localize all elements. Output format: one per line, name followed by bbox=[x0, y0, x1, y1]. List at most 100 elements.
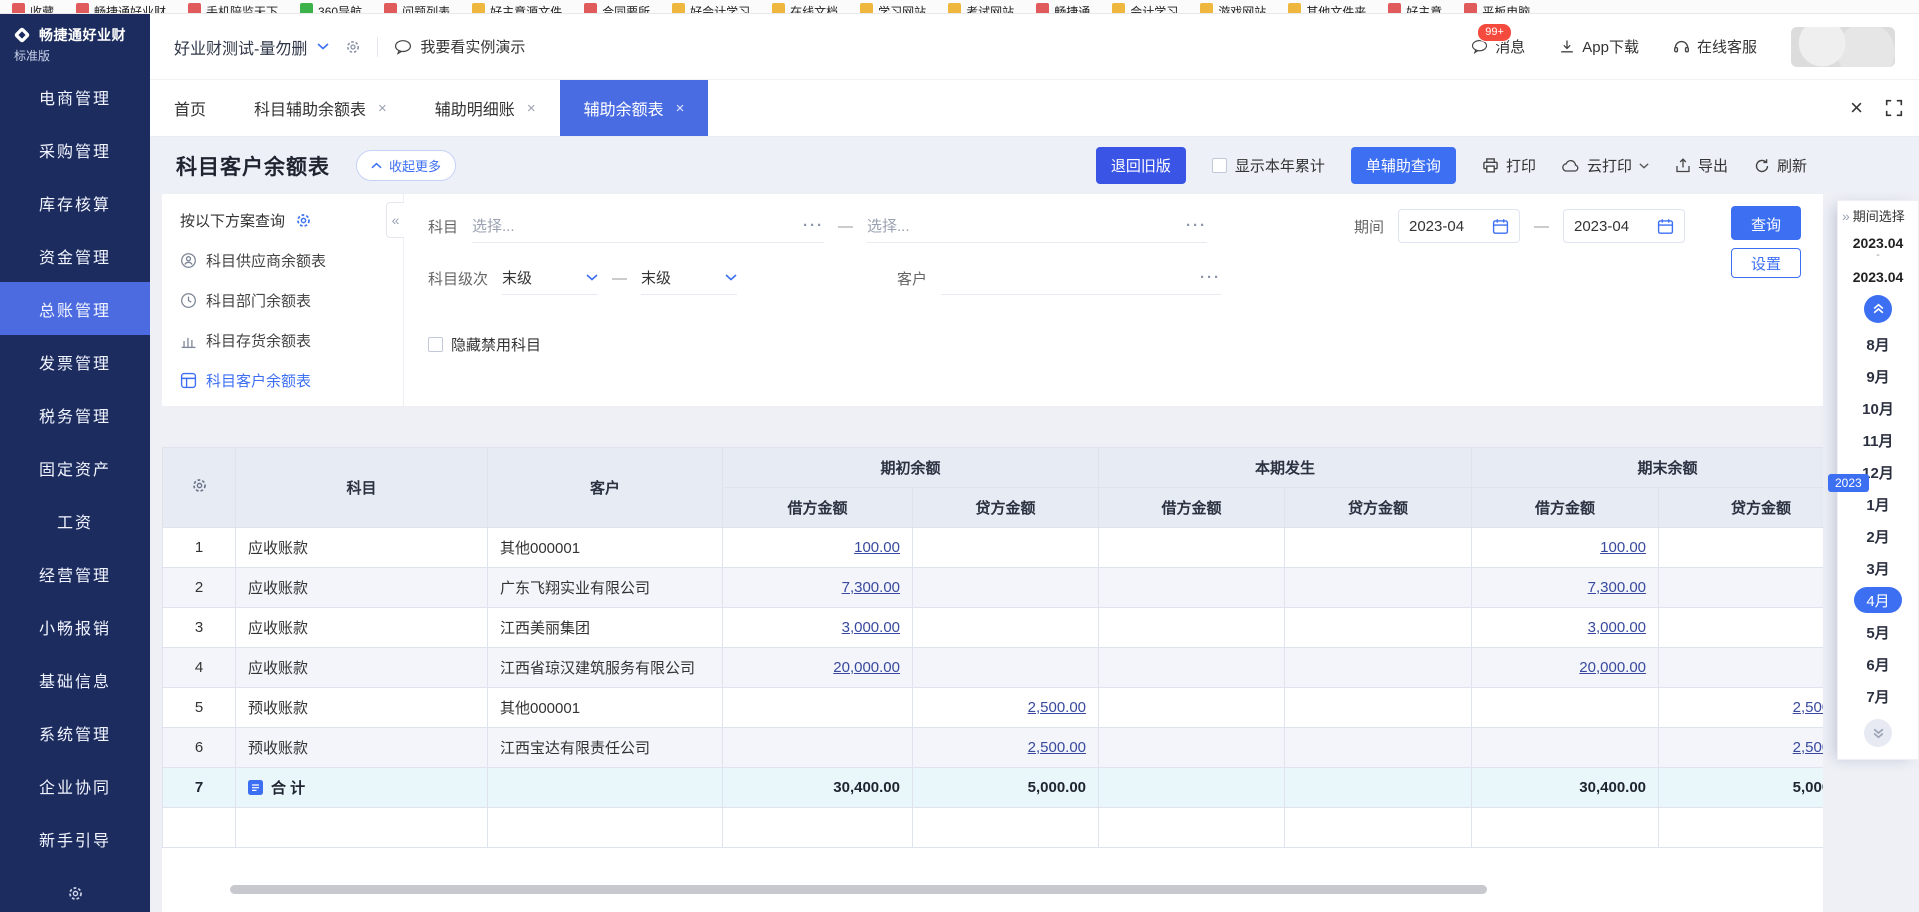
sidebar-item-collaboration[interactable]: 企业协同 bbox=[0, 759, 150, 812]
bookmark-item[interactable]: 平板电脑 bbox=[1464, 3, 1530, 13]
amount-link[interactable]: 3,000.00 bbox=[1588, 619, 1646, 636]
org-selector[interactable]: 好业财测试-量勿删 bbox=[174, 35, 329, 59]
bookmark-item[interactable]: 好会计学习 bbox=[672, 3, 750, 13]
sidebar-item-guide[interactable]: 新手引导 bbox=[0, 812, 150, 865]
table-row[interactable]: 3 应收账款 江西美丽集团 3,000.00 3,000.00 bbox=[162, 607, 1823, 648]
org-settings-button[interactable] bbox=[345, 39, 361, 55]
sidebar-item-system[interactable]: 系统管理 bbox=[0, 706, 150, 759]
month-item[interactable]: 10月 bbox=[1854, 395, 1902, 421]
horizontal-scrollbar-thumb[interactable] bbox=[230, 885, 1487, 894]
more-options-button[interactable]: ··· bbox=[1200, 269, 1221, 286]
close-tab-icon[interactable]: × bbox=[378, 100, 387, 117]
month-item[interactable]: 5月 bbox=[1854, 619, 1902, 645]
subject-to-field[interactable]: 选择... ··· bbox=[867, 209, 1208, 243]
more-options-button[interactable]: ··· bbox=[803, 217, 824, 234]
query-scheme-department-balance[interactable]: 科目部门余额表 bbox=[180, 290, 403, 311]
collapse-more-button[interactable]: 收起更多 bbox=[356, 150, 457, 181]
bookmark-item[interactable]: 收藏 bbox=[12, 3, 54, 13]
sidebar-item-fixed-assets[interactable]: 固定资产 bbox=[0, 441, 150, 494]
export-button[interactable]: 导出 bbox=[1675, 155, 1728, 176]
refresh-button[interactable]: 刷新 bbox=[1754, 155, 1807, 176]
avatar[interactable] bbox=[1791, 26, 1895, 67]
level-to-select[interactable]: 末级 bbox=[641, 261, 738, 295]
query-scheme-customer-balance[interactable]: 科目客户余额表 bbox=[180, 370, 403, 391]
checkbox[interactable] bbox=[1211, 158, 1227, 173]
query-scheme-stock-balance[interactable]: 科目存货余额表 bbox=[180, 330, 403, 351]
bookmark-item[interactable]: 畅捷通 bbox=[1036, 3, 1090, 13]
back-to-old-version-button[interactable]: 退回旧版 bbox=[1095, 147, 1186, 184]
sidebar-item-funds[interactable]: 资金管理 bbox=[0, 229, 150, 282]
tab-subject-aux-balance[interactable]: 科目辅助余额表 × bbox=[230, 80, 411, 136]
scroll-up-button[interactable] bbox=[1864, 295, 1892, 323]
amount-link[interactable]: 3,000.00 bbox=[842, 619, 900, 636]
bookmark-item[interactable]: 好主意 bbox=[1388, 3, 1442, 13]
sidebar-item-operations[interactable]: 经营管理 bbox=[0, 547, 150, 600]
subject-from-field[interactable]: 选择... ··· bbox=[472, 209, 825, 243]
bookmark-item[interactable]: 其他文件夹 bbox=[1288, 3, 1366, 13]
bookmark-item[interactable]: 在线文档 bbox=[772, 3, 838, 13]
sidebar-item-general-ledger[interactable]: 总账管理 bbox=[0, 282, 150, 335]
month-item[interactable]: 8月 bbox=[1854, 331, 1902, 357]
tab-home[interactable]: 首页 bbox=[150, 80, 230, 136]
period-to-field[interactable]: 2023-04 bbox=[1563, 209, 1685, 243]
month-item[interactable]: 6月 bbox=[1854, 651, 1902, 677]
sidebar-settings-button[interactable] bbox=[0, 874, 150, 912]
single-aux-query-button[interactable]: 单辅助查询 bbox=[1350, 147, 1456, 184]
close-tab-icon[interactable]: × bbox=[676, 100, 685, 117]
sidebar-item-basic-info[interactable]: 基础信息 bbox=[0, 653, 150, 706]
bookmark-item[interactable]: 学习网站 bbox=[860, 3, 926, 13]
period-from-field[interactable]: 2023-04 bbox=[1398, 209, 1520, 243]
hide-disabled-checkbox-row[interactable]: 隐藏禁用科目 bbox=[428, 334, 541, 355]
amount-link[interactable]: 7,300.00 bbox=[1588, 579, 1646, 596]
month-item[interactable]: 1月 bbox=[1854, 491, 1902, 517]
bookmark-item[interactable]: 360导航 bbox=[300, 3, 362, 13]
close-tab-icon[interactable]: × bbox=[527, 100, 536, 117]
table-row[interactable]: 6 预收账款 江西宝达有限责任公司 2,500.00 2,500.00 bbox=[162, 727, 1823, 768]
scheme-settings-button[interactable] bbox=[295, 212, 312, 229]
scroll-down-button[interactable] bbox=[1864, 719, 1892, 747]
amount-link[interactable]: 20,000.00 bbox=[833, 659, 900, 676]
amount-link[interactable]: 7,300.00 bbox=[842, 579, 900, 596]
bookmark-item[interactable]: 合同要所 bbox=[584, 3, 650, 13]
tab-aux-balance[interactable]: 辅助余额表 × bbox=[559, 80, 709, 136]
level-from-select[interactable]: 末级 bbox=[502, 261, 599, 295]
online-service-button[interactable]: 在线客服 bbox=[1673, 36, 1757, 57]
bookmark-item[interactable]: 考试网站 bbox=[948, 3, 1014, 13]
table-row[interactable]: 1 应收账款 其他000001 100.00 100.00 bbox=[162, 527, 1823, 568]
more-options-button[interactable]: ··· bbox=[1186, 217, 1207, 234]
month-item[interactable]: 11月 bbox=[1854, 427, 1902, 453]
bookmark-item[interactable]: 会计学习 bbox=[1112, 3, 1178, 13]
amount-link[interactable]: 100.00 bbox=[1600, 539, 1646, 556]
sidebar-item-invoice[interactable]: 发票管理 bbox=[0, 335, 150, 388]
bookmark-item[interactable]: 问题列表 bbox=[384, 3, 450, 13]
table-row[interactable]: 2 应收账款 广东飞翔实业有限公司 7,300.00 7,300.00 bbox=[162, 567, 1823, 608]
bookmark-item[interactable]: 畅捷通好业财 bbox=[76, 3, 166, 13]
tab-aux-detail[interactable]: 辅助明细账 × bbox=[411, 80, 560, 136]
amount-link[interactable]: 100.00 bbox=[854, 539, 900, 556]
month-item[interactable]: 9月 bbox=[1854, 363, 1902, 389]
sidebar-item-expense[interactable]: 小畅报销 bbox=[0, 600, 150, 653]
collapse-panel-button[interactable]: « bbox=[386, 202, 404, 238]
cloud-print-button[interactable]: 云打印 bbox=[1562, 155, 1649, 176]
sidebar-item-tax[interactable]: 税务管理 bbox=[0, 388, 150, 441]
amount-link[interactable]: 20,000.00 bbox=[1579, 659, 1646, 676]
table-row[interactable]: 5 预收账款 其他000001 2,500.00 2,500.00 bbox=[162, 687, 1823, 728]
amount-link[interactable]: 2,500.00 bbox=[1028, 699, 1086, 716]
demo-link[interactable]: 我要看实例演示 bbox=[394, 36, 525, 57]
month-item[interactable]: 2月 bbox=[1854, 523, 1902, 549]
close-icon[interactable]: × bbox=[1850, 97, 1863, 119]
sidebar-item-ecommerce[interactable]: 电商管理 bbox=[0, 70, 150, 123]
bookmark-item[interactable]: 游戏网站 bbox=[1200, 3, 1266, 13]
settings-button[interactable]: 设置 bbox=[1731, 248, 1801, 278]
table-row[interactable]: 4 应收账款 江西省琼汉建筑服务有限公司 20,000.00 20,000.00 bbox=[162, 647, 1823, 688]
print-button[interactable]: 打印 bbox=[1482, 155, 1536, 176]
amount-link[interactable]: 2,500.00 bbox=[1028, 739, 1086, 756]
bookmark-item[interactable]: 手机陪监天下 bbox=[188, 3, 278, 13]
amount-link[interactable]: 2,500.00 bbox=[1793, 739, 1823, 756]
sidebar-item-payroll[interactable]: 工资 bbox=[0, 494, 150, 547]
app-download-button[interactable]: App下载 bbox=[1559, 36, 1639, 57]
query-scheme-supplier-balance[interactable]: 科目供应商余额表 bbox=[180, 250, 403, 271]
month-item-active[interactable]: 4月 bbox=[1854, 587, 1902, 613]
month-item[interactable]: 3月 bbox=[1854, 555, 1902, 581]
messages-button[interactable]: 99+ 消息 bbox=[1471, 23, 1525, 57]
